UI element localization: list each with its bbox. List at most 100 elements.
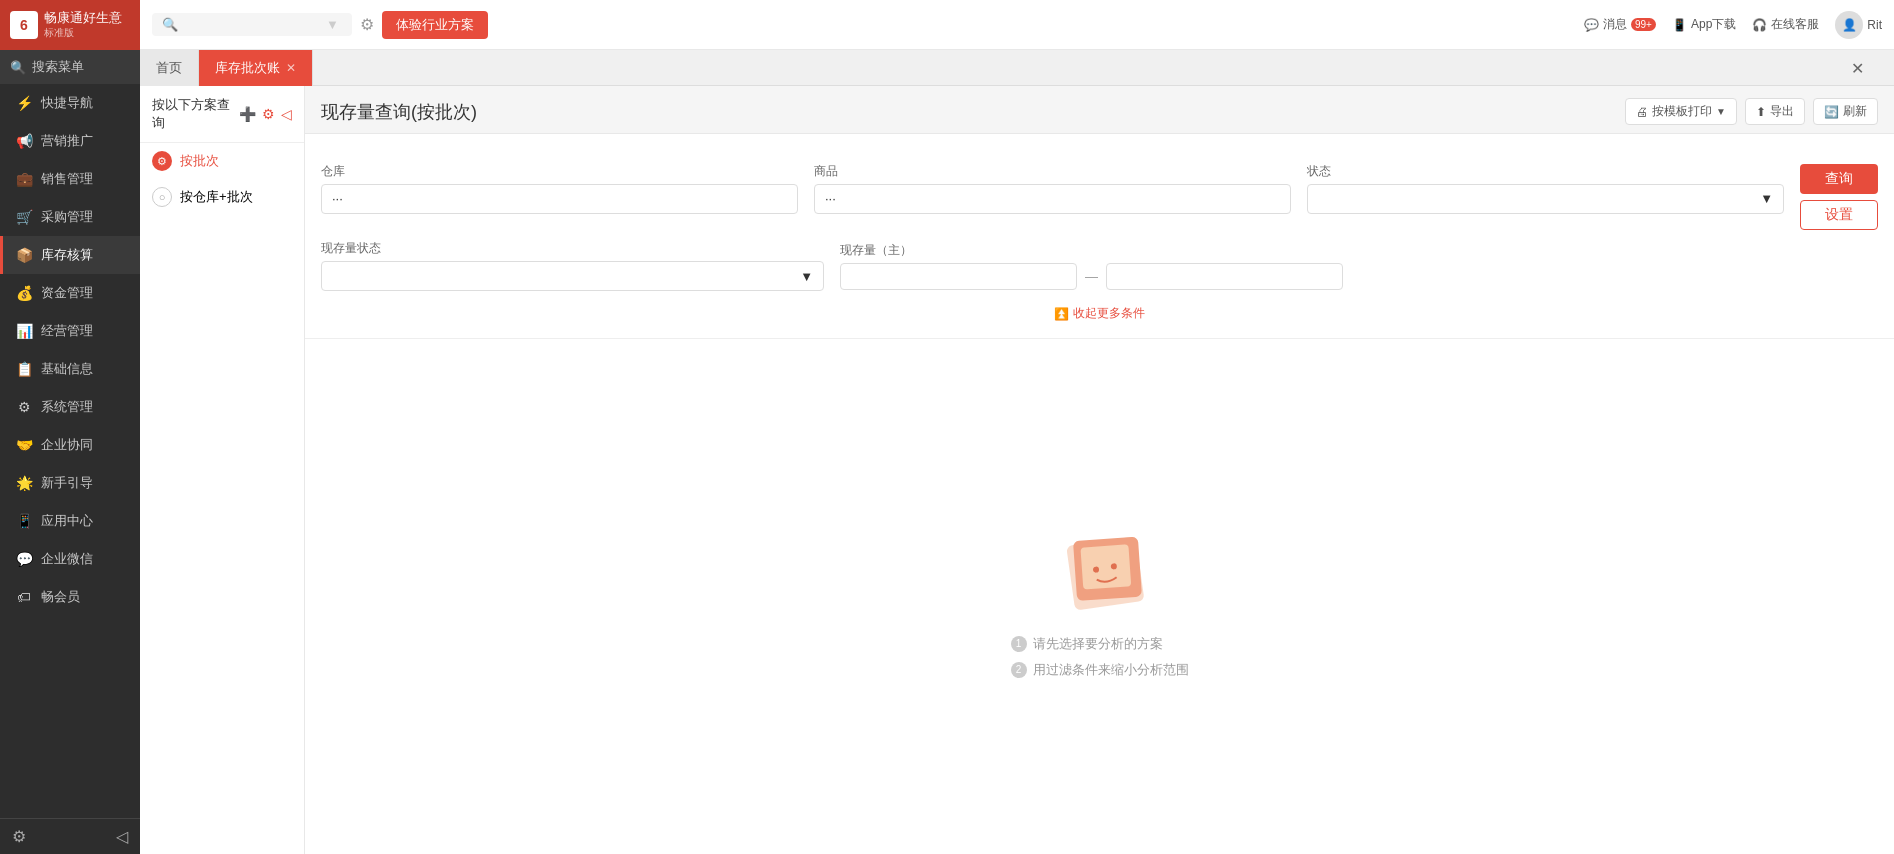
- left-panel-title: 按以下方案查询: [152, 96, 239, 132]
- sidebar-item-wechat[interactable]: 💬 企业微信: [0, 540, 140, 578]
- customer-service-btn[interactable]: 🎧 在线客服: [1752, 16, 1819, 33]
- sidebar-item-enterprise[interactable]: 🤝 企业协同: [0, 426, 140, 464]
- warehouse_batch-scheme-icon: ○: [152, 187, 172, 207]
- batch-scheme-label: 按批次: [180, 152, 219, 170]
- sidebar-nav: ⚡ 快捷导航 📢 营销推广 💼 销售管理 🛒 采购管理 📦 库存核算 💰 资金管…: [0, 84, 140, 818]
- warehouse-placeholder: ···: [332, 191, 343, 206]
- status-select[interactable]: ▼: [1307, 184, 1784, 214]
- sidebar-item-basic[interactable]: 📋 基础信息: [0, 350, 140, 388]
- scheme-item-warehouse_batch[interactable]: ○ 按仓库+批次: [140, 179, 304, 215]
- headset-icon: 🎧: [1752, 18, 1767, 32]
- warehouse-label: 仓库: [321, 163, 798, 180]
- sidebar-item-label-member: 畅会员: [41, 588, 80, 606]
- filter-area: 仓库 ··· 商品 ··· 状态: [305, 134, 1894, 339]
- sidebar-item-label-system: 系统管理: [41, 398, 93, 416]
- wechat-icon: 💬: [15, 550, 33, 568]
- basic-icon: 📋: [15, 360, 33, 378]
- export-btn[interactable]: ⬆ 导出: [1745, 98, 1805, 125]
- tip-text-1: 请先选择要分析的方案: [1033, 631, 1163, 657]
- warehouse_batch-scheme-label: 按仓库+批次: [180, 188, 253, 206]
- message-icon: 💬: [1584, 18, 1599, 32]
- page-header: 现存量查询(按批次) 🖨 按模板打印 ▼ ⬆ 导出 🔄 刷新: [305, 86, 1894, 134]
- inventory-status-select[interactable]: ▼: [321, 261, 824, 291]
- sidebar-company-name: 畅康通好生意: [44, 10, 122, 26]
- refresh-btn[interactable]: 🔄 刷新: [1813, 98, 1878, 125]
- warehouse-filter: 仓库 ···: [321, 163, 798, 214]
- tab-home[interactable]: 首页: [140, 50, 199, 86]
- status-label: 状态: [1307, 163, 1784, 180]
- topbar-search-box[interactable]: 🔍 ▼: [152, 13, 352, 36]
- collapse-panel-icon[interactable]: ◁: [281, 106, 292, 122]
- add-scheme-icon[interactable]: ➕: [239, 106, 256, 122]
- sales-icon: 💼: [15, 170, 33, 188]
- sidebar-item-newbie[interactable]: 🌟 新手引导: [0, 464, 140, 502]
- member-icon: 🏷: [15, 588, 33, 606]
- query-button[interactable]: 查询: [1800, 164, 1878, 194]
- finance-icon: 💰: [15, 284, 33, 302]
- sidebar-item-finance[interactable]: 💰 资金管理: [0, 274, 140, 312]
- svg-rect-2: [1080, 544, 1131, 589]
- collapse-icon[interactable]: ◁: [116, 827, 128, 846]
- sidebar: 6 畅康通好生意 标准版 🔍 搜索菜单 ⚡ 快捷导航 📢 营销推广 💼 销售管理…: [0, 0, 140, 854]
- inventory-status-label: 现存量状态: [321, 240, 824, 257]
- settings-gear-icon[interactable]: ⚙: [360, 15, 374, 34]
- user-initial: 👤: [1842, 18, 1857, 32]
- right-panel: 现存量查询(按批次) 🖨 按模板打印 ▼ ⬆ 导出 🔄 刷新: [305, 86, 1894, 854]
- tab-panel-close-icon[interactable]: ✕: [1851, 58, 1864, 77]
- purchase-icon: 🛒: [15, 208, 33, 226]
- scheme-item-batch[interactable]: ⚙ 按批次: [140, 143, 304, 179]
- sidebar-item-member[interactable]: 🏷 畅会员: [0, 578, 140, 616]
- goods-filter: 商品 ···: [814, 163, 1291, 214]
- sidebar-footer: ⚙ ◁: [0, 818, 140, 854]
- batch-scheme-icon: ⚙: [152, 151, 172, 171]
- inventory-status-filter: 现存量状态 ▼: [321, 240, 824, 291]
- sidebar-logo: 6: [10, 11, 38, 39]
- topbar-search-input[interactable]: [182, 18, 322, 32]
- warehouse-input[interactable]: ···: [321, 184, 798, 214]
- sidebar-item-sales[interactable]: 💼 销售管理: [0, 160, 140, 198]
- sidebar-item-marketing[interactable]: 📢 营销推广: [0, 122, 140, 160]
- refresh-label: 刷新: [1843, 103, 1867, 120]
- print-label: 按模板打印: [1652, 103, 1712, 120]
- sidebar-item-label-sales: 销售管理: [41, 170, 93, 188]
- sidebar-item-shortcut[interactable]: ⚡ 快捷导航: [0, 84, 140, 122]
- collapse-filters-btn[interactable]: ⏫ 收起更多条件: [321, 301, 1878, 326]
- page-title: 现存量查询(按批次): [321, 100, 477, 124]
- appstore-icon: 📱: [15, 512, 33, 530]
- inventory-amount-to[interactable]: [1106, 263, 1343, 290]
- inventory-amount-from[interactable]: [840, 263, 1077, 290]
- print-btn[interactable]: 🖨 按模板打印 ▼: [1625, 98, 1737, 125]
- settings-button[interactable]: 设置: [1800, 200, 1878, 230]
- operations-icon: 📊: [15, 322, 33, 340]
- app-download-label: App下载: [1691, 16, 1736, 33]
- user-menu[interactable]: 👤 Rit: [1835, 11, 1882, 39]
- app-download-btn[interactable]: 📱 App下载: [1672, 16, 1736, 33]
- sidebar-item-operations[interactable]: 📊 经营管理: [0, 312, 140, 350]
- sidebar-item-appstore[interactable]: 📱 应用中心: [0, 502, 140, 540]
- shortcut-icon: ⚡: [15, 94, 33, 112]
- messages-btn[interactable]: 💬 消息 99+: [1584, 16, 1656, 33]
- tip-num-1: 1: [1011, 636, 1027, 652]
- sidebar-item-label-shortcut: 快捷导航: [41, 94, 93, 112]
- sidebar-item-label-basic: 基础信息: [41, 360, 93, 378]
- left-panel-header: 按以下方案查询 ➕ ⚙ ◁: [140, 86, 304, 143]
- scheme-settings-icon[interactable]: ⚙: [262, 106, 275, 122]
- sidebar-item-label-operations: 经营管理: [41, 322, 93, 340]
- sidebar-item-system[interactable]: ⚙ 系统管理: [0, 388, 140, 426]
- empty-tips: 1 请先选择要分析的方案 2 用过滤条件来缩小分析范围: [1011, 631, 1189, 683]
- sidebar-item-label-wechat: 企业微信: [41, 550, 93, 568]
- industry-btn[interactable]: 体验行业方案: [382, 11, 488, 39]
- tab-close-icon[interactable]: ✕: [286, 61, 296, 75]
- settings-icon[interactable]: ⚙: [12, 827, 26, 846]
- sidebar-item-purchase[interactable]: 🛒 采购管理: [0, 198, 140, 236]
- goods-input[interactable]: ···: [814, 184, 1291, 214]
- main-area: 🔍 ▼ ⚙ 体验行业方案 💬 消息 99+ 📱 App下载 🎧 在线客服: [140, 0, 1894, 854]
- sidebar-search[interactable]: 🔍 搜索菜单: [0, 50, 140, 84]
- goods-label: 商品: [814, 163, 1291, 180]
- avatar: 👤: [1835, 11, 1863, 39]
- tab-batch[interactable]: 库存批次账 ✕: [199, 50, 313, 86]
- tip-num-2: 2: [1011, 662, 1027, 678]
- sidebar-item-label-inventory: 库存核算: [41, 246, 93, 264]
- sidebar-item-label-purchase: 采购管理: [41, 208, 93, 226]
- sidebar-item-inventory[interactable]: 📦 库存核算: [0, 236, 140, 274]
